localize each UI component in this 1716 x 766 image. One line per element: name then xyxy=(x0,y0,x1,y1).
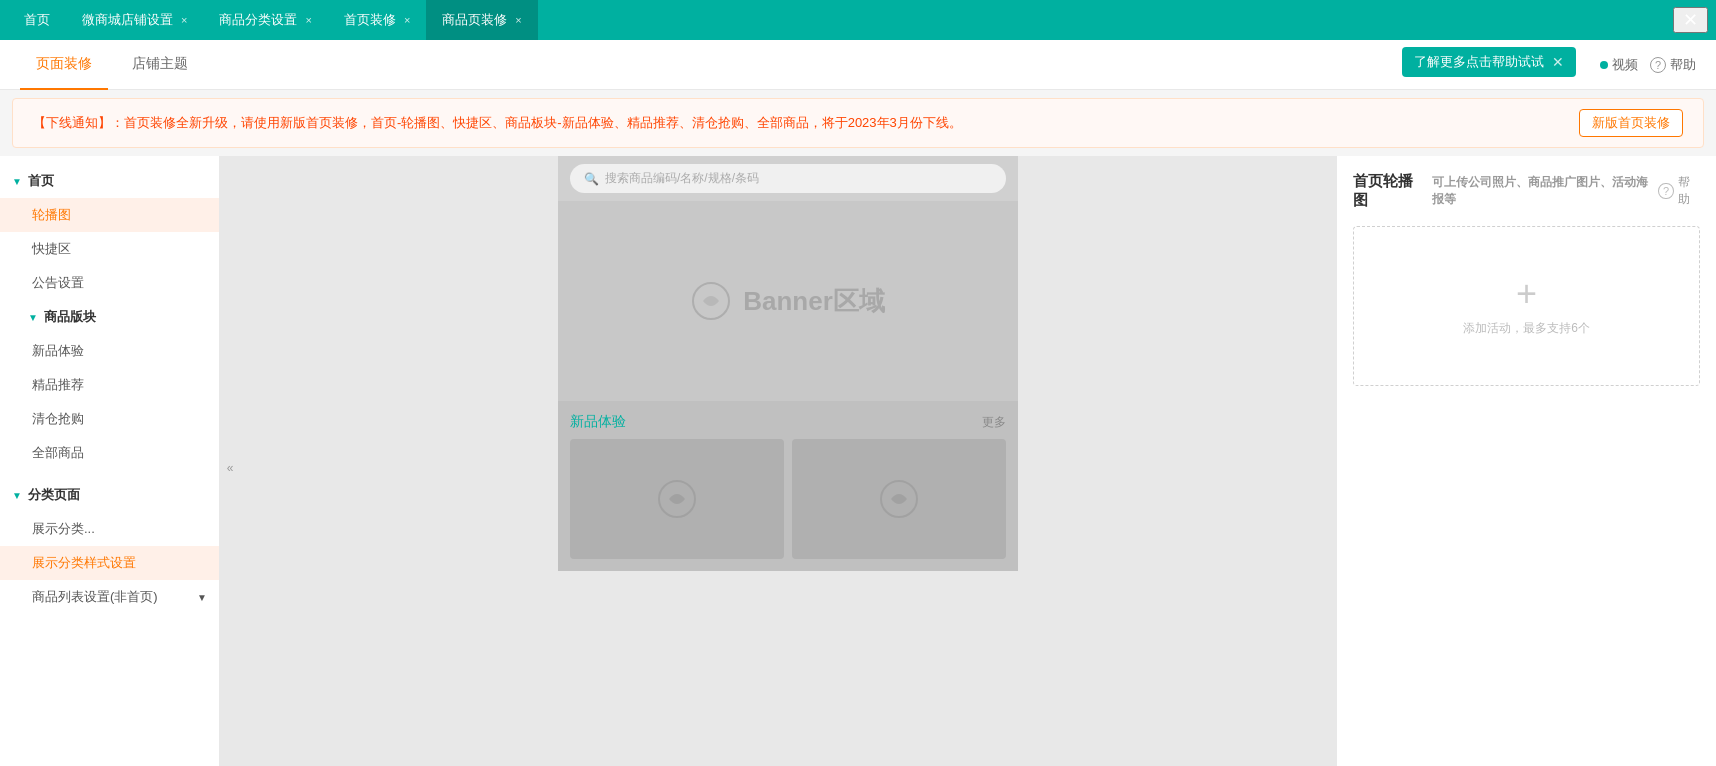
arrow-down-icon-3: ▼ xyxy=(12,490,22,501)
phone-search-input[interactable]: 🔍 搜索商品编码/名称/规格/条码 xyxy=(570,164,1006,193)
expand-icon: ▼ xyxy=(197,592,207,603)
sub-tab-page-decor[interactable]: 页面装修 xyxy=(20,40,108,90)
arrow-down-icon: ▼ xyxy=(12,176,22,187)
sidebar-section-category-label: 分类页面 xyxy=(28,486,80,504)
right-panel-help-button[interactable]: ? 帮助 xyxy=(1658,174,1700,208)
nav-tab-close-home-decor[interactable]: × xyxy=(404,14,410,26)
sidebar-item-clearance[interactable]: 清仓抢购 xyxy=(0,402,219,436)
right-panel-title-group: 首页轮播图 可上传公司照片、商品推广图片、活动海报等 xyxy=(1353,172,1658,210)
help-circle-icon: ? xyxy=(1658,183,1673,199)
nav-tab-label-shop-settings: 微商城店铺设置 xyxy=(82,11,173,29)
banner-text: Banner区域 xyxy=(691,281,885,321)
product-grid xyxy=(570,439,1006,559)
notice-bar: 【下线通知】：首页装修全新升级，请使用新版首页装修，首页-轮播图、快捷区、商品板… xyxy=(12,98,1704,148)
arrow-down-icon-2: ▼ xyxy=(28,312,38,323)
video-link[interactable]: 视频 xyxy=(1600,56,1638,74)
window-close-button[interactable]: ✕ xyxy=(1673,7,1708,33)
nav-tab-home-decor[interactable]: 首页装修 × xyxy=(328,0,426,40)
notice-text: 【下线通知】：首页装修全新升级，请使用新版首页装修，首页-轮播图、快捷区、商品板… xyxy=(33,114,962,132)
right-panel-help-label: 帮助 xyxy=(1678,174,1700,208)
nav-tab-label-home: 首页 xyxy=(24,11,50,29)
nav-tab-label-home-decor: 首页装修 xyxy=(344,11,396,29)
sidebar-item-show-category[interactable]: 展示分类... xyxy=(0,512,219,546)
video-dot-icon xyxy=(1600,61,1608,69)
help-banner: 了解更多点击帮助试试 ✕ xyxy=(1402,47,1576,77)
phone-preview: 🔍 搜索商品编码/名称/规格/条码 Banner区域 新品体 xyxy=(558,156,1018,571)
sidebar-subsection-products[interactable]: ▼ 商品版块 xyxy=(0,300,219,334)
sidebar-section-home[interactable]: ▼ 首页 xyxy=(0,164,219,198)
main-layout: ▼ 首页 轮播图 快捷区 公告设置 ▼ 商品版块 新品体验 精品推荐 清仓抢购 … xyxy=(0,156,1716,766)
help-icon: ? xyxy=(1650,57,1666,73)
nav-tab-close-product-category[interactable]: × xyxy=(305,14,311,26)
banner-logo-icon xyxy=(691,281,731,321)
preview-area: 🔍 搜索商品编码/名称/规格/条码 Banner区域 新品体 xyxy=(240,156,1336,766)
nav-tab-close-shop-settings[interactable]: × xyxy=(181,14,187,26)
new-home-decor-button[interactable]: 新版首页装修 xyxy=(1579,109,1683,137)
right-panel-subtitle: 可上传公司照片、商品推广图片、活动海报等 xyxy=(1432,174,1659,208)
help-link[interactable]: ? 帮助 xyxy=(1650,56,1696,74)
sidebar-item-banner[interactable]: 轮播图 xyxy=(0,198,219,232)
sidebar-item-all-products[interactable]: 全部商品 xyxy=(0,436,219,470)
sidebar: ▼ 首页 轮播图 快捷区 公告设置 ▼ 商品版块 新品体验 精品推荐 清仓抢购 … xyxy=(0,156,220,766)
nav-tab-product-decor[interactable]: 商品页装修 × xyxy=(426,0,537,40)
sub-header: 页面装修店铺主题 了解更多点击帮助试试 ✕ 视频 ? 帮助 xyxy=(0,40,1716,90)
nav-tab-label-product-category: 商品分类设置 xyxy=(219,11,297,29)
product-icon-1 xyxy=(657,479,697,519)
nav-tab-home[interactable]: 首页 xyxy=(8,0,66,40)
product-section-more: 更多 xyxy=(982,414,1006,431)
nav-tab-shop-settings[interactable]: 微商城店铺设置 × xyxy=(66,0,203,40)
help-banner-text: 了解更多点击帮助试试 xyxy=(1414,53,1544,71)
product-card-2 xyxy=(792,439,1006,559)
help-label: 帮助 xyxy=(1670,56,1696,74)
sidebar-item-shortcut[interactable]: 快捷区 xyxy=(0,232,219,266)
nav-tab-label-product-decor: 商品页装修 xyxy=(442,11,507,29)
sidebar-item-featured[interactable]: 精品推荐 xyxy=(0,368,219,402)
sidebar-item-category-style[interactable]: 展示分类样式设置 xyxy=(0,546,219,580)
top-nav: 首页微商城店铺设置 ×商品分类设置 ×首页装修 ×商品页装修 × ✕ xyxy=(0,0,1716,40)
sub-tab-shop-theme[interactable]: 店铺主题 xyxy=(116,40,204,90)
sidebar-subsection-products-label: 商品版块 xyxy=(44,308,96,326)
phone-search-bar: 🔍 搜索商品编码/名称/规格/条码 xyxy=(558,156,1018,201)
product-section-title: 新品体验 xyxy=(570,413,626,431)
right-panel: 首页轮播图 可上传公司照片、商品推广图片、活动海报等 ? 帮助 + 添加活动，最… xyxy=(1336,156,1716,766)
video-label: 视频 xyxy=(1612,56,1638,74)
nav-tab-product-category[interactable]: 商品分类设置 × xyxy=(203,0,327,40)
sidebar-item-new-experience[interactable]: 新品体验 xyxy=(0,334,219,368)
sidebar-item-notice[interactable]: 公告设置 xyxy=(0,266,219,300)
sidebar-collapse-button[interactable]: « xyxy=(220,156,240,766)
add-plus-icon: + xyxy=(1516,276,1537,312)
add-banner-text: 添加活动，最多支持6个 xyxy=(1463,320,1590,337)
right-panel-header: 首页轮播图 可上传公司照片、商品推广图片、活动海报等 ? 帮助 xyxy=(1353,172,1700,210)
search-placeholder: 搜索商品编码/名称/规格/条码 xyxy=(605,170,759,187)
help-banner-close[interactable]: ✕ xyxy=(1552,54,1564,70)
product-section-header: 新品体验 更多 xyxy=(570,413,1006,431)
sidebar-item-product-list[interactable]: 商品列表设置(非首页) ▼ xyxy=(0,580,219,614)
product-section: 新品体验 更多 xyxy=(558,401,1018,571)
sidebar-item-product-list-label: 商品列表设置(非首页) xyxy=(32,588,158,606)
right-panel-title: 首页轮播图 可上传公司照片、商品推广图片、活动海报等 xyxy=(1353,172,1658,210)
right-panel-title-text: 首页轮播图 xyxy=(1353,172,1424,210)
product-icon-2 xyxy=(879,479,919,519)
add-banner-box[interactable]: + 添加活动，最多支持6个 xyxy=(1353,226,1700,386)
banner-area: Banner区域 xyxy=(558,201,1018,401)
collapse-icon: « xyxy=(227,461,234,475)
sidebar-section-category[interactable]: ▼ 分类页面 xyxy=(0,478,219,512)
sidebar-section-home-label: 首页 xyxy=(28,172,54,190)
product-card-1 xyxy=(570,439,784,559)
header-right: 视频 ? 帮助 xyxy=(1600,40,1696,90)
search-icon: 🔍 xyxy=(584,172,599,186)
banner-label: Banner区域 xyxy=(743,284,885,319)
nav-tab-close-product-decor[interactable]: × xyxy=(515,14,521,26)
